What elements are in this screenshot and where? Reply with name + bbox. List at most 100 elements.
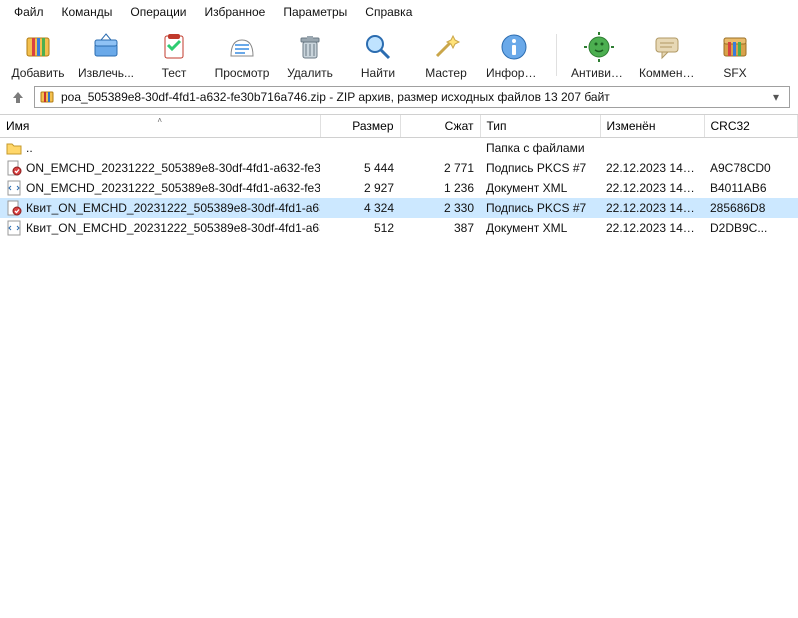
cell-mod: 22.12.2023 14:12 bbox=[600, 158, 704, 178]
extract-icon bbox=[89, 30, 123, 64]
cell-type: Папка с файлами bbox=[480, 138, 600, 159]
file-table: Имя ˄ Размер Сжат Тип Изменён CRC32 .. Пап… bbox=[0, 115, 798, 238]
table-row[interactable]: ON_EMCHD_20231222_505389e8-30df-4fd1-a63… bbox=[0, 158, 798, 178]
antivirus-icon bbox=[582, 30, 616, 64]
cell-size: 512 bbox=[320, 218, 400, 238]
sfx-icon bbox=[718, 30, 752, 64]
sig-icon bbox=[6, 200, 22, 216]
sort-asc-icon: ˄ bbox=[157, 116, 162, 125]
table-row[interactable]: ON_EMCHD_20231222_505389e8-30df-4fd1-a63… bbox=[0, 178, 798, 198]
find-button[interactable]: Найти bbox=[348, 28, 408, 82]
comment-button[interactable]: Комментарий bbox=[637, 28, 697, 82]
wizard-button[interactable]: Мастер bbox=[416, 28, 476, 82]
menu-bar: ФайлКомандыОперацииИзбранноеПараметрыСпр… bbox=[0, 0, 798, 24]
info-button[interactable]: Информация bbox=[484, 28, 544, 82]
file-name: Квит_ON_EMCHD_20231222_505389e8-30df-4fd… bbox=[26, 221, 320, 235]
view-icon bbox=[225, 30, 259, 64]
find-label: Найти bbox=[350, 66, 406, 80]
test-icon bbox=[157, 30, 191, 64]
view-button[interactable]: Просмотр bbox=[212, 28, 272, 82]
cell-crc: D2DB9C... bbox=[704, 218, 798, 238]
extract-label: Извлечь... bbox=[78, 66, 134, 80]
cell-mod: 22.12.2023 14:12 bbox=[600, 198, 704, 218]
add-label: Добавить bbox=[10, 66, 66, 80]
av-label: Антивирус bbox=[571, 66, 627, 80]
archive-mini-icon bbox=[39, 89, 55, 105]
table-row[interactable]: Квит_ON_EMCHD_20231222_505389e8-30df-4fd… bbox=[0, 198, 798, 218]
cell-type: Подпись PKCS #7 bbox=[480, 198, 600, 218]
table-row[interactable]: .. Папка с файлами bbox=[0, 138, 798, 159]
info-icon bbox=[497, 30, 531, 64]
arrow-up-icon bbox=[11, 90, 25, 104]
col-size[interactable]: Размер bbox=[320, 115, 400, 138]
sfx-button[interactable]: SFX bbox=[705, 28, 765, 82]
folder-icon bbox=[6, 140, 22, 156]
add-icon bbox=[21, 30, 55, 64]
cell-packed: 2 771 bbox=[400, 158, 480, 178]
toolbar-separator bbox=[556, 34, 557, 76]
add-button[interactable]: Добавить bbox=[8, 28, 68, 82]
test-label: Тест bbox=[146, 66, 202, 80]
file-name: ON_EMCHD_20231222_505389e8-30df-4fd1-a63… bbox=[26, 161, 320, 175]
cell-mod bbox=[600, 138, 704, 159]
col-type[interactable]: Тип bbox=[480, 115, 600, 138]
path-dropdown[interactable]: poa_505389e8-30df-4fd1-a632-fe30b716a746… bbox=[34, 86, 790, 108]
cell-type: Подпись PKCS #7 bbox=[480, 158, 600, 178]
cell-type: Документ XML bbox=[480, 178, 600, 198]
cell-crc: 285686D8 bbox=[704, 198, 798, 218]
file-list[interactable]: Имя ˄ Размер Сжат Тип Изменён CRC32 .. Пап… bbox=[0, 114, 798, 618]
cell-crc bbox=[704, 138, 798, 159]
info-label: Информация bbox=[486, 66, 542, 80]
menu-item-2[interactable]: Операции bbox=[122, 2, 194, 22]
menu-item-4[interactable]: Параметры bbox=[275, 2, 355, 22]
extract-button[interactable]: Извлечь... bbox=[76, 28, 136, 82]
cell-packed: 387 bbox=[400, 218, 480, 238]
file-name: Квит_ON_EMCHD_20231222_505389e8-30df-4fd… bbox=[26, 201, 320, 215]
cell-type: Документ XML bbox=[480, 218, 600, 238]
col-mod[interactable]: Изменён bbox=[600, 115, 704, 138]
col-name-label: Имя bbox=[6, 119, 29, 133]
cell-mod: 22.12.2023 14:12 bbox=[600, 178, 704, 198]
menu-item-3[interactable]: Избранное bbox=[197, 2, 274, 22]
file-name: .. bbox=[26, 141, 33, 155]
wizard-icon bbox=[429, 30, 463, 64]
up-button[interactable] bbox=[8, 87, 28, 107]
delete-icon bbox=[293, 30, 327, 64]
cell-packed bbox=[400, 138, 480, 159]
col-name[interactable]: Имя ˄ bbox=[0, 115, 320, 138]
delete-button[interactable]: Удалить bbox=[280, 28, 340, 82]
chevron-down-icon: ▾ bbox=[767, 90, 785, 104]
table-row[interactable]: Квит_ON_EMCHD_20231222_505389e8-30df-4fd… bbox=[0, 218, 798, 238]
toolbar: Добавить Извлечь... Тест Просмотр Удалить Най… bbox=[0, 24, 798, 84]
comment-icon bbox=[650, 30, 684, 64]
col-crc[interactable]: CRC32 bbox=[704, 115, 798, 138]
cell-crc: A9C78CD0 bbox=[704, 158, 798, 178]
file-name: ON_EMCHD_20231222_505389e8-30df-4fd1-a63… bbox=[26, 181, 320, 195]
cell-size: 4 324 bbox=[320, 198, 400, 218]
xml-icon bbox=[6, 180, 22, 196]
menu-item-5[interactable]: Справка bbox=[357, 2, 420, 22]
path-text: poa_505389e8-30df-4fd1-a632-fe30b716a746… bbox=[61, 90, 767, 104]
cell-size bbox=[320, 138, 400, 159]
sig-icon bbox=[6, 160, 22, 176]
col-packed[interactable]: Сжат bbox=[400, 115, 480, 138]
cell-mod: 22.12.2023 14:12 bbox=[600, 218, 704, 238]
cell-size: 2 927 bbox=[320, 178, 400, 198]
path-bar: poa_505389e8-30df-4fd1-a632-fe30b716a746… bbox=[0, 84, 798, 114]
cell-crc: B4011AB6 bbox=[704, 178, 798, 198]
sfx-label: SFX bbox=[707, 66, 763, 80]
find-icon bbox=[361, 30, 395, 64]
xml-icon bbox=[6, 220, 22, 236]
menu-item-0[interactable]: Файл bbox=[6, 2, 52, 22]
cell-size: 5 444 bbox=[320, 158, 400, 178]
table-header-row: Имя ˄ Размер Сжат Тип Изменён CRC32 bbox=[0, 115, 798, 138]
view-label: Просмотр bbox=[214, 66, 270, 80]
av-button[interactable]: Антивирус bbox=[569, 28, 629, 82]
menu-item-1[interactable]: Команды bbox=[54, 2, 121, 22]
test-button[interactable]: Тест bbox=[144, 28, 204, 82]
wizard-label: Мастер bbox=[418, 66, 474, 80]
delete-label: Удалить bbox=[282, 66, 338, 80]
cell-packed: 2 330 bbox=[400, 198, 480, 218]
cell-packed: 1 236 bbox=[400, 178, 480, 198]
comment-label: Комментарий bbox=[639, 66, 695, 80]
